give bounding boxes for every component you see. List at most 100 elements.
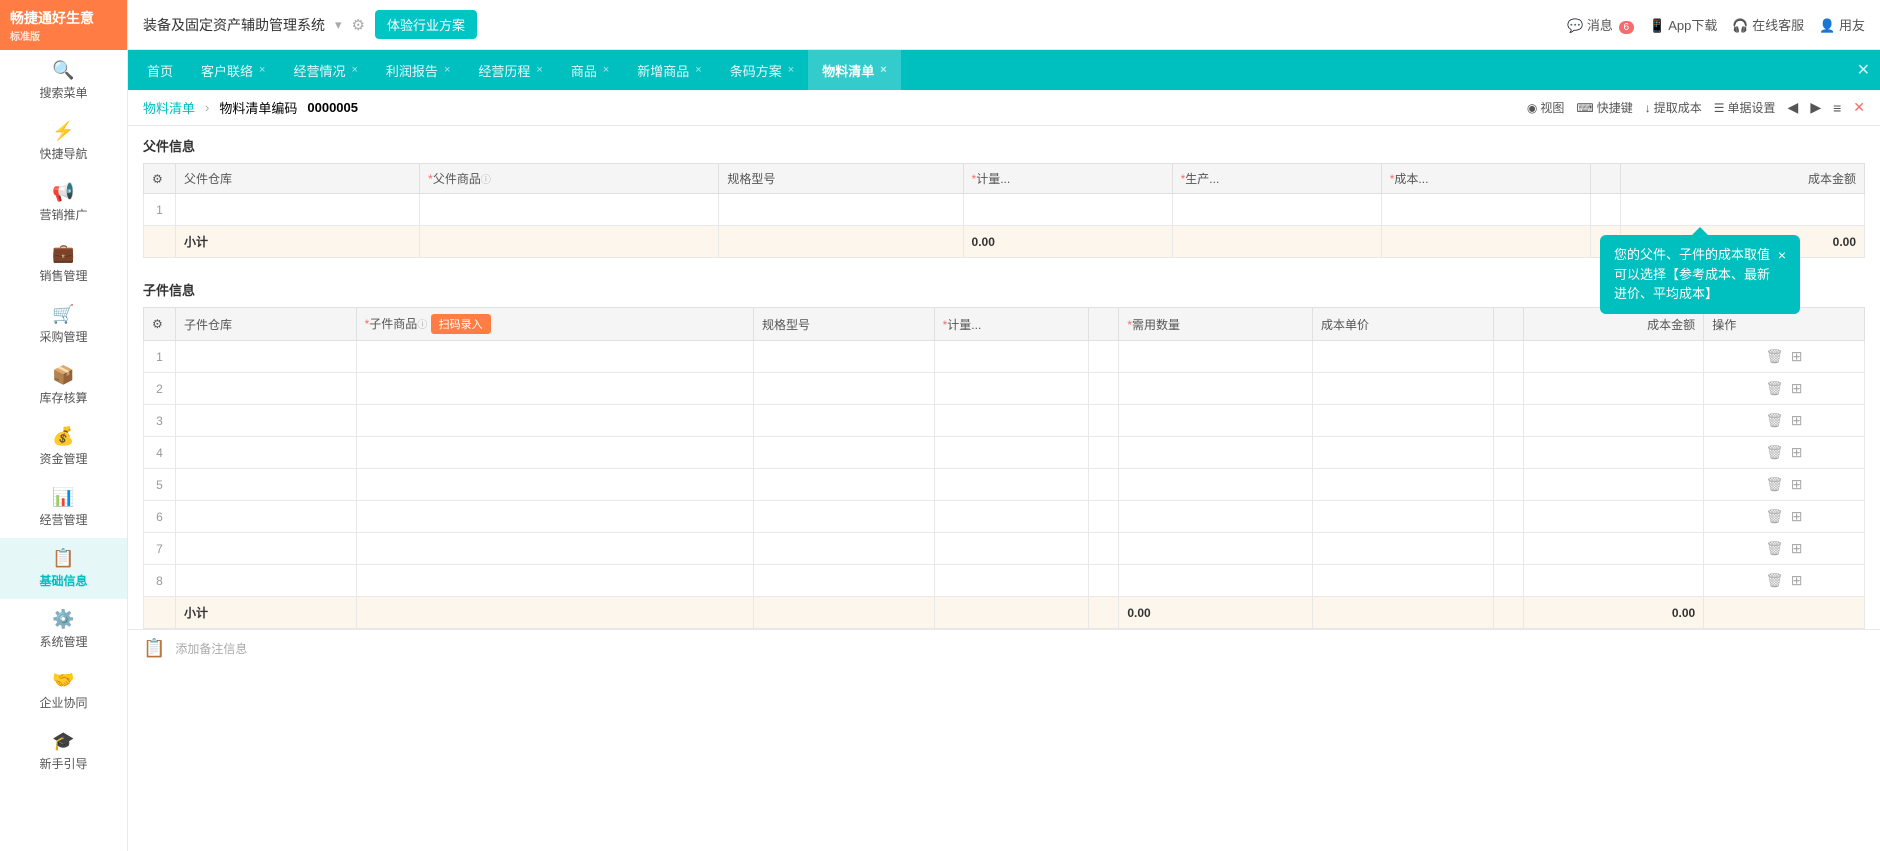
child-cell-spec-1[interactable] [754,341,935,373]
child-cell-spec-6[interactable] [754,501,935,533]
copy-icon-1[interactable]: ⊞ [1791,348,1803,364]
copy-icon-4[interactable]: ⊞ [1791,444,1803,460]
child-cell-unitcost-2[interactable] [1312,373,1493,405]
tab-经营情况[interactable]: 经营情况 × [279,50,371,90]
child-cell-unitcost-7[interactable] [1312,533,1493,565]
parent-cell-warehouse-1[interactable] [176,194,420,226]
child-cell-warehouse-4[interactable] [176,437,357,469]
tab-close-icon[interactable]: × [788,64,794,76]
tab-close-icon[interactable]: × [695,64,701,76]
sidebar-item-资金管理[interactable]: 💰资金管理 [0,416,127,477]
child-cell-spec-7[interactable] [754,533,935,565]
copy-icon-3[interactable]: ⊞ [1791,412,1803,428]
parent-cell-product-1[interactable] [420,194,719,226]
child-cell-product-4[interactable] [356,437,753,469]
child-cell-qty-7[interactable] [934,533,1089,565]
child-cell-qty-5[interactable] [934,469,1089,501]
online-service[interactable]: 🎧 在线客服 [1732,15,1804,34]
trial-button[interactable]: 体验行业方案 [375,10,477,39]
child-cell-needed-4[interactable] [1119,437,1313,469]
child-cell-unitcost-3[interactable] [1312,405,1493,437]
delete-icon-1[interactable]: 🗑 [1766,348,1784,364]
tab-close-icon[interactable]: × [603,64,609,76]
child-cell-warehouse-1[interactable] [176,341,357,373]
nav-prev-icon[interactable]: ◀ [1788,99,1799,116]
app-download[interactable]: 📱 App下载 [1649,15,1717,34]
tab-客户联络[interactable]: 客户联络 × [187,50,279,90]
delete-icon-7[interactable]: 🗑 [1766,540,1784,556]
child-cell-product-2[interactable] [356,373,753,405]
child-cell-product-7[interactable] [356,533,753,565]
child-cell-spec-4[interactable] [754,437,935,469]
close-page-icon[interactable]: ✕ [1853,99,1865,116]
child-cell-qty-2[interactable] [934,373,1089,405]
child-cell-qty-4[interactable] [934,437,1089,469]
tab-新增商品[interactable]: 新增商品 × [623,50,715,90]
child-cell-unitcost-8[interactable] [1312,565,1493,597]
child-cell-qty-3[interactable] [934,405,1089,437]
delete-icon-5[interactable]: 🗑 [1766,476,1784,492]
child-cell-unitcost-4[interactable] [1312,437,1493,469]
child-cell-qty-8[interactable] [934,565,1089,597]
view-btn[interactable]: ◉ 视图 [1527,99,1565,116]
child-cell-spec-2[interactable] [754,373,935,405]
nav-next-icon[interactable]: ▶ [1810,99,1821,116]
child-cell-warehouse-8[interactable] [176,565,357,597]
close-all-tabs-icon[interactable]: ✕ [1852,60,1875,80]
child-cell-product-8[interactable] [356,565,753,597]
sidebar-item-系统管理[interactable]: ⚙️系统管理 [0,599,127,660]
parent-cell-spec-1[interactable] [719,194,963,226]
tab-条码方案[interactable]: 条码方案 × [716,50,808,90]
child-cell-unitcost-5[interactable] [1312,469,1493,501]
child-cell-spec-8[interactable] [754,565,935,597]
child-cell-qty-1[interactable] [934,341,1089,373]
sidebar-item-快捷导航[interactable]: ⚡快捷导航 [0,111,127,172]
child-cell-qty-6[interactable] [934,501,1089,533]
delete-icon-2[interactable]: 🗑 [1766,380,1784,396]
settings-doc-btn[interactable]: ☰ 单据设置 [1714,99,1776,116]
child-cell-warehouse-7[interactable] [176,533,357,565]
settings-icon[interactable]: ⚙ [352,16,365,34]
child-cell-needed-7[interactable] [1119,533,1313,565]
cost-btn[interactable]: ↓ 提取成本 [1645,99,1702,116]
child-cell-needed-3[interactable] [1119,405,1313,437]
parent-cell-qty-1[interactable] [963,194,1172,226]
copy-icon-7[interactable]: ⊞ [1791,540,1803,556]
tab-首页[interactable]: 首页 [133,50,187,90]
scan-button[interactable]: 扫码录入 [431,314,491,334]
child-cell-unitcost-1[interactable] [1312,341,1493,373]
copy-icon-2[interactable]: ⊞ [1791,380,1803,396]
tab-商品[interactable]: 商品 × [557,50,623,90]
child-cell-warehouse-6[interactable] [176,501,357,533]
sidebar-item-库存核算[interactable]: 📦库存核算 [0,355,127,416]
sidebar-item-经营管理[interactable]: 📊经营管理 [0,477,127,538]
tab-close-icon[interactable]: × [880,64,886,76]
sidebar-item-采购管理[interactable]: 🛒采购管理 [0,294,127,355]
breadcrumb-1[interactable]: 物料清单 [143,98,195,117]
child-cell-spec-5[interactable] [754,469,935,501]
child-cell-needed-6[interactable] [1119,501,1313,533]
sidebar-item-企业协同[interactable]: 🤝企业协同 [0,660,127,721]
child-cell-product-1[interactable] [356,341,753,373]
sidebar-item-搜索菜单[interactable]: 🔍搜索菜单 [0,50,127,111]
tab-经营历程[interactable]: 经营历程 × [464,50,556,90]
delete-icon-8[interactable]: 🗑 [1766,572,1784,588]
user-area[interactable]: 👤 用友 [1819,15,1865,34]
delete-icon-6[interactable]: 🗑 [1766,508,1784,524]
child-cell-needed-5[interactable] [1119,469,1313,501]
delete-icon-4[interactable]: 🗑 [1766,444,1784,460]
sidebar-item-营销推广[interactable]: 📢营销推广 [0,172,127,233]
child-cell-warehouse-5[interactable] [176,469,357,501]
copy-icon-6[interactable]: ⊞ [1791,508,1803,524]
child-cell-product-5[interactable] [356,469,753,501]
child-cell-needed-1[interactable] [1119,341,1313,373]
child-cell-product-3[interactable] [356,405,753,437]
child-cell-warehouse-3[interactable] [176,405,357,437]
child-cell-warehouse-2[interactable] [176,373,357,405]
child-cell-spec-3[interactable] [754,405,935,437]
tab-物料清单[interactable]: 物料清单 × [808,50,900,90]
tab-close-icon[interactable]: × [536,64,542,76]
child-cell-product-6[interactable] [356,501,753,533]
expand-icon[interactable]: ≡ [1833,100,1841,116]
tab-利润报告[interactable]: 利润报告 × [372,50,464,90]
